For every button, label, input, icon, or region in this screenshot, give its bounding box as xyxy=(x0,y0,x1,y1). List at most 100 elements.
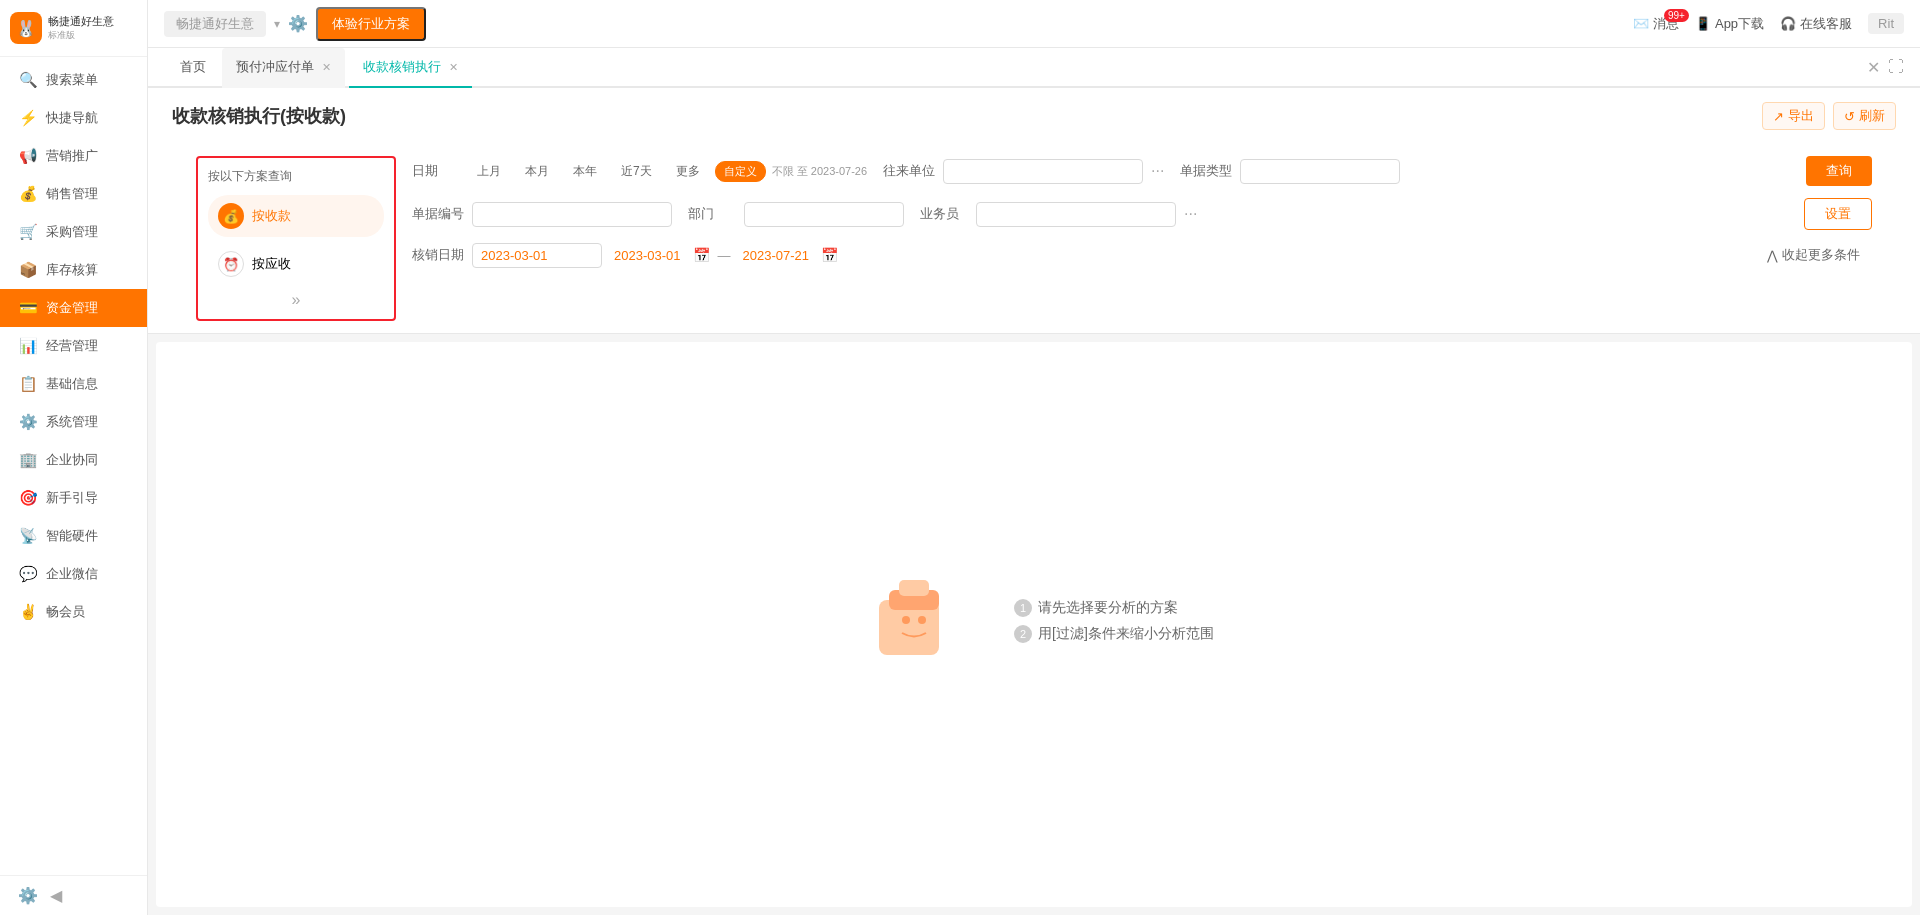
dropdown-arrow-icon[interactable]: ▾ xyxy=(274,17,280,31)
sidebar-item-quick-nav[interactable]: ⚡ 快捷导航 xyxy=(0,99,147,137)
sidebar-nav: 🔍 搜索菜单 ⚡ 快捷导航 📢 营销推广 💰 销售管理 🛒 采购管理 📦 库存核… xyxy=(0,57,147,875)
collapse-sidebar-icon[interactable]: ◀ xyxy=(50,886,62,905)
refresh-icon: ↺ xyxy=(1844,109,1855,124)
sidebar-item-label: 销售管理 xyxy=(46,185,98,203)
dept-field: 部门 xyxy=(688,202,904,227)
member-icon: ✌️ xyxy=(18,603,38,621)
sidebar-item-hardware[interactable]: 📡 智能硬件 xyxy=(0,517,147,555)
sidebar-item-label: 企业微信 xyxy=(46,565,98,583)
sidebar-item-marketing[interactable]: 📢 营销推广 xyxy=(0,137,147,175)
app-download-button[interactable]: 📱 App下载 xyxy=(1695,15,1764,33)
sidebar-item-basic[interactable]: 📋 基础信息 xyxy=(0,365,147,403)
filter-left-title: 按以下方案查询 xyxy=(208,168,384,185)
collapse-more-button[interactable]: ⋀ 收起更多条件 xyxy=(1755,242,1872,268)
verify-date-field: 核销日期 2023-03-01 📅 — 2023-07-21 📅 xyxy=(412,243,838,268)
topbar-brand: 畅捷通好生意 xyxy=(164,11,266,37)
guide-icon: 🎯 xyxy=(18,489,38,507)
export-button[interactable]: ↗ 导出 xyxy=(1762,102,1825,130)
counterpart-input[interactable] xyxy=(943,159,1143,184)
inventory-icon: 📦 xyxy=(18,261,38,279)
service-icon: 🎧 xyxy=(1780,16,1796,31)
topbar-left: 畅捷通好生意 ▾ ⚙️ 体验行业方案 xyxy=(164,7,1617,41)
page-header: 收款核销执行(按收款) ↗ 导出 ↺ 刷新 按以下方案查询 xyxy=(148,88,1920,334)
tab-prepay[interactable]: 预付冲应付单 ✕ xyxy=(222,48,345,88)
sidebar-item-label: 智能硬件 xyxy=(46,527,98,545)
page-title: 收款核销执行(按收款) xyxy=(172,104,346,128)
message-icon: ✉️ xyxy=(1633,16,1649,31)
sidebar-item-purchase[interactable]: 🛒 采购管理 xyxy=(0,213,147,251)
filter-area: 按以下方案查询 💰 按收款 ⏰ 按应收 » xyxy=(172,144,1896,333)
date-custom-btn[interactable]: 自定义 xyxy=(715,161,766,182)
sidebar-item-wechat[interactable]: 💬 企业微信 xyxy=(0,555,147,593)
doc-type-label: 单据类型 xyxy=(1180,162,1232,180)
counterpart-more-icon[interactable]: ··· xyxy=(1151,162,1164,180)
date-this-year-btn[interactable]: 本年 xyxy=(564,160,606,183)
refresh-button[interactable]: ↺ 刷新 xyxy=(1833,102,1896,130)
date-more-btn[interactable]: 更多 xyxy=(667,160,709,183)
message-button[interactable]: ✉️ 消息 99+ xyxy=(1633,15,1679,33)
settings-button[interactable]: 设置 xyxy=(1804,198,1872,230)
doc-type-select[interactable] xyxy=(1240,159,1400,184)
svg-rect-2 xyxy=(899,580,929,596)
filter-left-collapse-icon[interactable]: » xyxy=(208,291,384,309)
sidebar-item-operation[interactable]: 📊 经营管理 xyxy=(0,327,147,365)
solution-button[interactable]: 体验行业方案 xyxy=(316,7,426,41)
settings-icon[interactable]: ⚙️ xyxy=(18,886,38,905)
tab-close-prepay[interactable]: ✕ xyxy=(322,61,331,74)
filter-by-receivable[interactable]: ⏰ 按应收 xyxy=(208,243,384,285)
employee-label: 业务员 xyxy=(920,205,968,223)
hardware-icon: 📡 xyxy=(18,527,38,545)
date-label: 日期 xyxy=(412,162,460,180)
close-tab-icon[interactable]: ✕ xyxy=(1867,58,1880,77)
sidebar-bottom: ⚙️ ◀ xyxy=(0,875,147,915)
sidebar-item-sales[interactable]: 💰 销售管理 xyxy=(0,175,147,213)
verify-date-start-input[interactable] xyxy=(472,243,602,268)
quick-nav-icon: ⚡ xyxy=(18,109,38,127)
sidebar-item-system[interactable]: ⚙️ 系统管理 xyxy=(0,403,147,441)
svg-point-4 xyxy=(918,616,926,624)
filter-row-2: 单据编号 部门 业务员 ··· xyxy=(412,198,1872,230)
employee-input[interactable] xyxy=(976,202,1176,227)
online-service-button[interactable]: 🎧 在线客服 xyxy=(1780,15,1852,33)
filter-by-receipt[interactable]: 💰 按收款 xyxy=(208,195,384,237)
tab-home[interactable]: 首页 xyxy=(164,48,222,88)
logo-icon: 🐰 xyxy=(10,12,42,44)
counterpart-label: 往来单位 xyxy=(883,162,935,180)
topbar-gear-icon[interactable]: ⚙️ xyxy=(288,14,308,33)
step1-num: 1 xyxy=(1014,599,1032,617)
maximize-tab-icon[interactable]: ⛶ xyxy=(1888,58,1904,77)
logo-badge: 标准版 xyxy=(48,29,114,42)
employee-more-icon[interactable]: ··· xyxy=(1184,205,1197,223)
verify-date-label: 核销日期 xyxy=(412,246,464,264)
employee-field: 业务员 ··· xyxy=(920,202,1197,227)
sidebar-item-label: 库存核算 xyxy=(46,261,98,279)
tabbar: 首页 预付冲应付单 ✕ 收款核销执行 ✕ ✕ ⛶ xyxy=(148,48,1920,88)
verify-start-calendar-icon[interactable]: 📅 xyxy=(693,247,710,263)
sidebar-item-search[interactable]: 🔍 搜索菜单 xyxy=(0,61,147,99)
query-button[interactable]: 查询 xyxy=(1806,156,1872,186)
topbar-right: ✉️ 消息 99+ 📱 App下载 🎧 在线客服 Rit xyxy=(1633,13,1904,34)
sidebar-item-finance[interactable]: 💳 资金管理 xyxy=(0,289,147,327)
sidebar-item-member[interactable]: ✌️ 畅会员 xyxy=(0,593,147,631)
date-last-month-btn[interactable]: 上月 xyxy=(468,160,510,183)
dept-label: 部门 xyxy=(688,205,736,223)
sidebar-item-inventory[interactable]: 📦 库存核算 xyxy=(0,251,147,289)
search-nav-icon: 🔍 xyxy=(18,71,38,89)
tab-close-receive[interactable]: ✕ xyxy=(449,61,458,74)
doc-no-input[interactable] xyxy=(472,202,672,227)
verify-end-calendar-icon[interactable]: 📅 xyxy=(821,247,838,263)
sales-icon: 💰 xyxy=(18,185,38,203)
empty-tip1: 请先选择要分析的方案 xyxy=(1038,599,1178,617)
filter-left-panel: 按以下方案查询 💰 按收款 ⏰ 按应收 » xyxy=(196,156,396,321)
dept-select[interactable] xyxy=(744,202,904,227)
date-this-month-btn[interactable]: 本月 xyxy=(516,160,558,183)
user-name[interactable]: Rit xyxy=(1868,13,1904,34)
tab-receive[interactable]: 收款核销执行 ✕ xyxy=(349,48,472,88)
sidebar-item-guide[interactable]: 🎯 新手引导 xyxy=(0,479,147,517)
empty-state: 1 请先选择要分析的方案 2 用[过滤]条件来缩小分析范围 xyxy=(156,342,1912,907)
verify-date-start-value: 2023-03-01 xyxy=(610,248,685,263)
filter-row-1: 日期 上月 本月 本年 近7天 更多 自定义 不限 至 2023-07-26 xyxy=(412,156,1872,186)
date-field: 日期 上月 本月 本年 近7天 更多 自定义 不限 至 2023-07-26 xyxy=(412,160,867,183)
sidebar-item-enterprise[interactable]: 🏢 企业协同 xyxy=(0,441,147,479)
date-7days-btn[interactable]: 近7天 xyxy=(612,160,661,183)
